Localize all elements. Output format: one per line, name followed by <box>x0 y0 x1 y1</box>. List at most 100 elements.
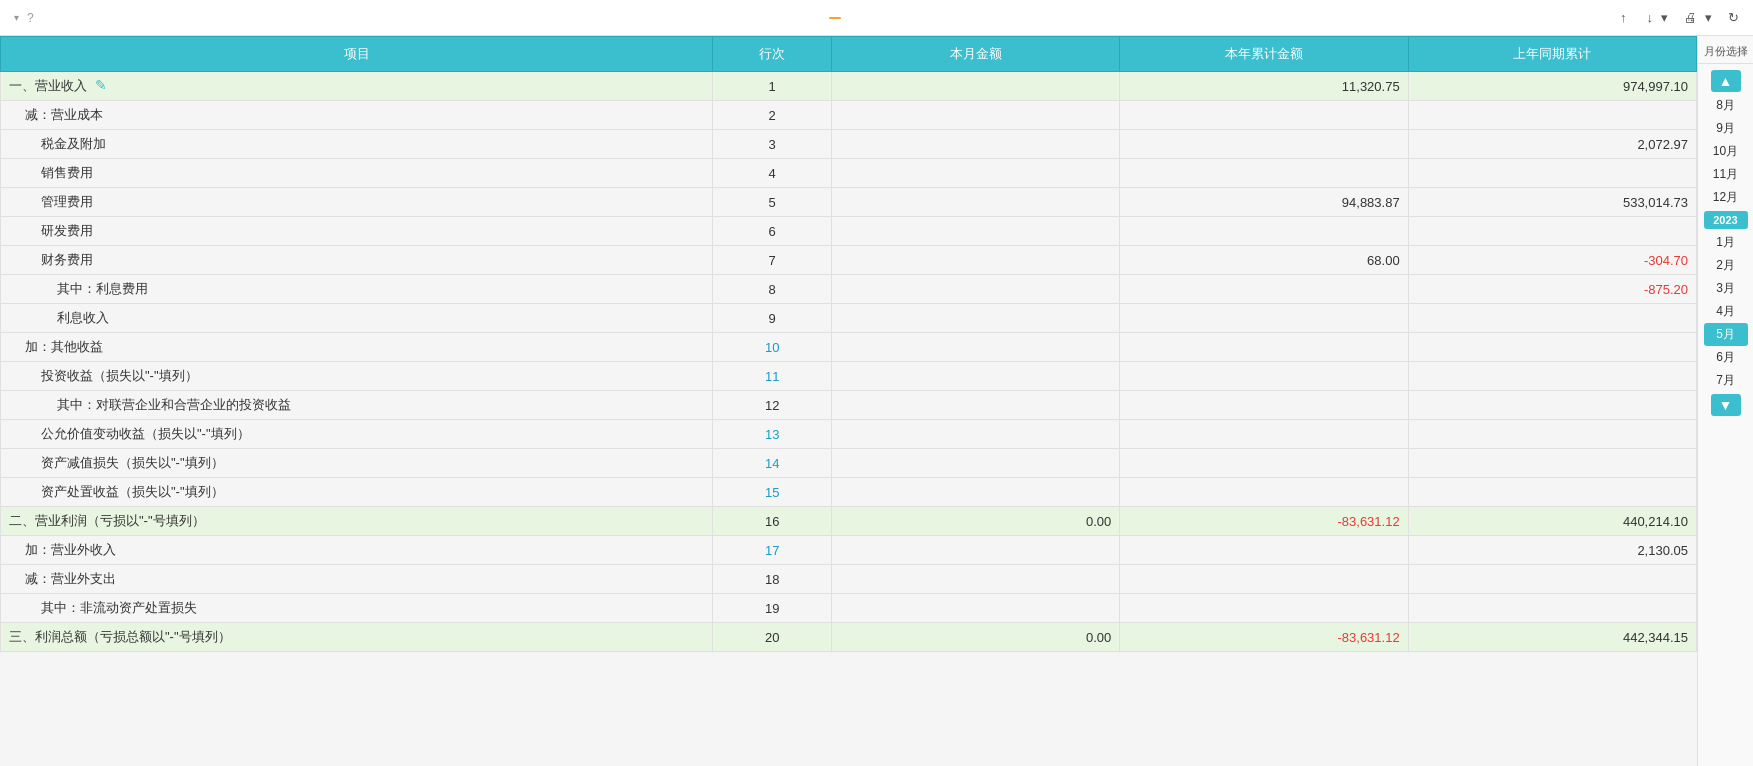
row-item-label: 加：其他收益 <box>1 333 713 362</box>
row-item-label: 销售费用 <box>1 159 713 188</box>
row-month-amount: 0.00 <box>832 507 1120 536</box>
month-item[interactable]: 7月 <box>1704 369 1748 392</box>
month-item[interactable]: 1月 <box>1704 231 1748 254</box>
row-year-amount <box>1120 333 1408 362</box>
row-year-amount <box>1120 565 1408 594</box>
row-year-amount <box>1120 449 1408 478</box>
month-list: 8月9月10月11月12月 2023 1月2月3月4月5月6月7月 <box>1704 94 1748 392</box>
row-number: 2 <box>713 101 832 130</box>
row-month-amount <box>832 391 1120 420</box>
row-number: 8 <box>713 275 832 304</box>
row-year-amount <box>1120 275 1408 304</box>
row-number: 6 <box>713 217 832 246</box>
edit-icon[interactable]: ✎ <box>91 77 107 93</box>
row-item-label: 其中：非流动资产处置损失 <box>1 594 713 623</box>
month-item[interactable]: 12月 <box>1704 186 1748 209</box>
row-year-amount <box>1120 536 1408 565</box>
scope-dropdown[interactable]: ▾ <box>10 12 19 23</box>
print-icon: 🖨 <box>1684 10 1697 25</box>
row-year-amount <box>1120 159 1408 188</box>
row-item-label: 其中：对联营企业和合营企业的投资收益 <box>1 391 713 420</box>
row-month-amount <box>832 536 1120 565</box>
row-number: 20 <box>713 623 832 652</box>
row-item-label: 研发费用 <box>1 217 713 246</box>
row-month-amount <box>832 159 1120 188</box>
row-lastyear-amount: 2,130.05 <box>1408 536 1696 565</box>
row-lastyear-amount <box>1408 362 1696 391</box>
row-number: 3 <box>713 130 832 159</box>
row-year-amount <box>1120 101 1408 130</box>
top-bar-right: ↑ ↓ ▾ 🖨 ▾ ↻ <box>1620 10 1743 25</box>
row-item-label: 二、营业利润（亏损以"-"号填列） <box>1 507 713 536</box>
row-year-amount <box>1120 391 1408 420</box>
print-button[interactable]: 🖨 ▾ <box>1684 10 1712 25</box>
row-item-label: 公允价值变动收益（损失以"-"填列） <box>1 420 713 449</box>
sidebar-title: 月份选择 <box>1698 40 1753 64</box>
sidebar-down-button[interactable]: ▼ <box>1711 394 1741 416</box>
month-item[interactable]: 6月 <box>1704 346 1748 369</box>
header-month: 本月金额 <box>832 37 1120 72</box>
row-lastyear-amount <box>1408 391 1696 420</box>
month-item[interactable]: 9月 <box>1704 117 1748 140</box>
row-month-amount <box>832 420 1120 449</box>
month-item[interactable]: 3月 <box>1704 277 1748 300</box>
row-number: 11 <box>713 362 832 391</box>
row-number: 9 <box>713 304 832 333</box>
row-lastyear-amount: 974,997.10 <box>1408 72 1696 101</box>
row-item-label: 投资收益（损失以"-"填列） <box>1 362 713 391</box>
row-number: 1 <box>713 72 832 101</box>
row-year-amount <box>1120 594 1408 623</box>
sidebar-up-button[interactable]: ▲ <box>1711 70 1741 92</box>
row-item-label: 资产处置收益（损失以"-"填列） <box>1 478 713 507</box>
status-badge[interactable] <box>829 17 841 19</box>
table-area: 项目 行次 本月金额 本年累计金额 上年同期累计 一、营业收入 ✎111,320… <box>0 36 1697 766</box>
month-item[interactable]: 11月 <box>1704 163 1748 186</box>
month-item[interactable]: 2023 <box>1704 211 1748 229</box>
row-lastyear-amount <box>1408 159 1696 188</box>
row-number: 5 <box>713 188 832 217</box>
row-month-amount <box>832 275 1120 304</box>
back-button[interactable]: ↑ <box>1620 10 1631 25</box>
row-number: 16 <box>713 507 832 536</box>
row-lastyear-amount <box>1408 304 1696 333</box>
row-year-amount: 94,883.87 <box>1120 188 1408 217</box>
row-year-amount <box>1120 362 1408 391</box>
month-item[interactable]: 5月 <box>1704 323 1748 346</box>
report-table: 项目 行次 本月金额 本年累计金额 上年同期累计 一、营业收入 ✎111,320… <box>0 36 1697 652</box>
row-number: 17 <box>713 536 832 565</box>
row-item-label: 其中：利息费用 <box>1 275 713 304</box>
row-lastyear-amount: 2,072.97 <box>1408 130 1696 159</box>
row-lastyear-amount <box>1408 217 1696 246</box>
header-item: 项目 <box>1 37 713 72</box>
row-lastyear-amount <box>1408 420 1696 449</box>
print-arrow: ▾ <box>1705 10 1712 25</box>
row-item-label: 三、利润总额（亏损总额以"-"号填列） <box>1 623 713 652</box>
main-content: 项目 行次 本月金额 本年累计金额 上年同期累计 一、营业收入 ✎111,320… <box>0 36 1753 766</box>
month-item[interactable]: 10月 <box>1704 140 1748 163</box>
download-button[interactable]: ↓ ▾ <box>1647 10 1669 25</box>
month-item[interactable]: 8月 <box>1704 94 1748 117</box>
row-lastyear-amount <box>1408 478 1696 507</box>
row-year-amount <box>1120 478 1408 507</box>
back-icon: ↑ <box>1620 10 1627 25</box>
row-month-amount <box>832 362 1120 391</box>
row-number: 12 <box>713 391 832 420</box>
download-arrow: ▾ <box>1661 10 1668 25</box>
month-item[interactable]: 4月 <box>1704 300 1748 323</box>
month-item[interactable]: 2月 <box>1704 254 1748 277</box>
row-number: 13 <box>713 420 832 449</box>
help-icon[interactable]: ? <box>27 11 34 25</box>
row-year-amount <box>1120 304 1408 333</box>
row-lastyear-amount: -304.70 <box>1408 246 1696 275</box>
row-lastyear-amount <box>1408 565 1696 594</box>
row-year-amount: -83,631.12 <box>1120 507 1408 536</box>
row-month-amount <box>832 101 1120 130</box>
header-year: 本年累计金额 <box>1120 37 1408 72</box>
row-number: 7 <box>713 246 832 275</box>
refresh-button[interactable]: ↻ <box>1728 10 1743 25</box>
row-lastyear-amount: 442,344.15 <box>1408 623 1696 652</box>
row-number: 14 <box>713 449 832 478</box>
row-item-label: 管理费用 <box>1 188 713 217</box>
row-month-amount <box>832 188 1120 217</box>
row-year-amount <box>1120 420 1408 449</box>
